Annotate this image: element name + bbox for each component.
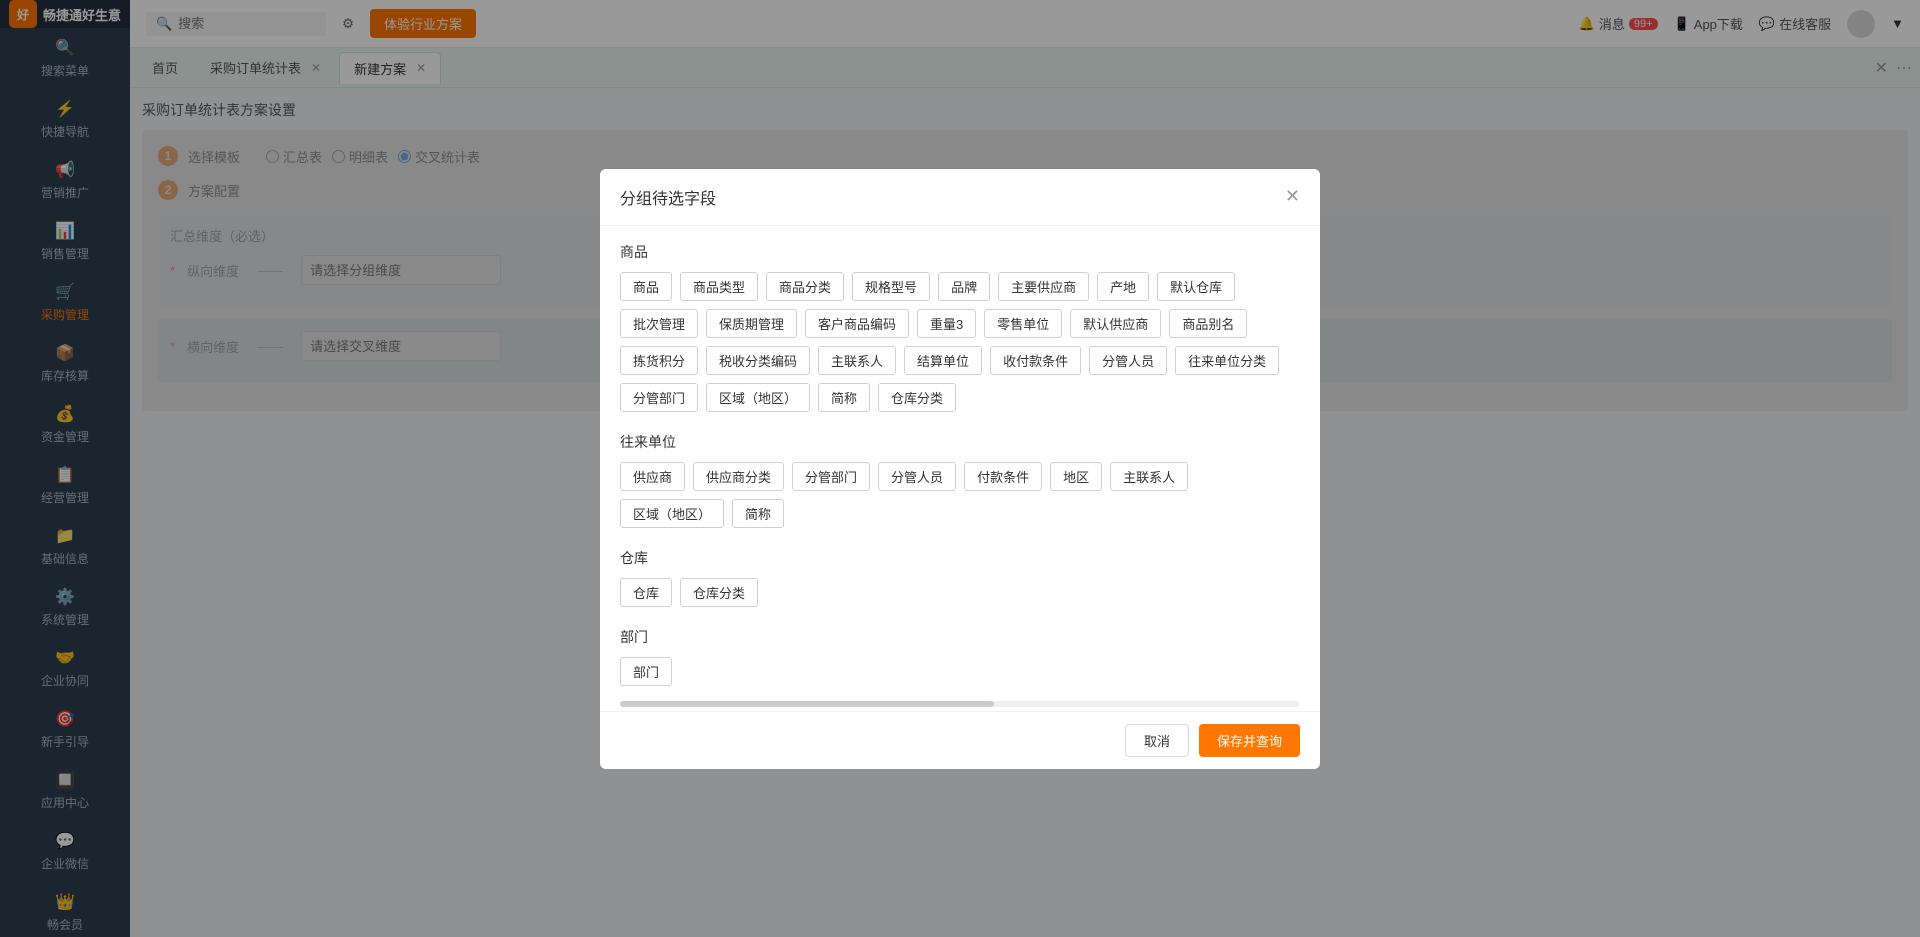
field-tag-2-1[interactable]: 仓库分类 bbox=[680, 578, 758, 607]
field-section-2: 仓库仓库仓库分类 bbox=[620, 548, 1300, 607]
field-tag-0-5[interactable]: 主要供应商 bbox=[998, 272, 1089, 301]
field-section-0: 商品商品商品类型商品分类规格型号品牌主要供应商产地默认仓库批次管理保质期管理客户… bbox=[620, 242, 1300, 412]
section-title-1: 往来单位 bbox=[620, 432, 1300, 452]
field-tag-1-7[interactable]: 区域（地区） bbox=[620, 499, 724, 528]
field-tag-0-22[interactable]: 分管部门 bbox=[620, 383, 698, 412]
field-tag-1-8[interactable]: 简称 bbox=[732, 499, 784, 528]
field-tag-0-14[interactable]: 商品别名 bbox=[1169, 309, 1247, 338]
field-tags-1: 供应商供应商分类分管部门分管人员付款条件地区主联系人区域（地区） 简称 bbox=[620, 462, 1300, 528]
modal-header: 分组待选字段 ✕ bbox=[600, 169, 1320, 226]
field-tag-0-24[interactable]: 简称 bbox=[818, 383, 870, 412]
field-tag-2-0[interactable]: 仓库 bbox=[620, 578, 672, 607]
field-tag-0-6[interactable]: 产地 bbox=[1097, 272, 1149, 301]
modal-body: 商品商品商品类型商品分类规格型号品牌主要供应商产地默认仓库批次管理保质期管理客户… bbox=[600, 226, 1320, 697]
field-tag-0-19[interactable]: 收付款条件 bbox=[990, 346, 1081, 375]
field-section-3: 部门部门 bbox=[620, 627, 1300, 686]
field-tag-3-0[interactable]: 部门 bbox=[620, 657, 672, 686]
field-tag-0-10[interactable]: 客户商品编码 bbox=[805, 309, 909, 338]
field-tag-0-18[interactable]: 结算单位 bbox=[904, 346, 982, 375]
field-tag-0-9[interactable]: 保质期管理 bbox=[706, 309, 797, 338]
field-tag-0-1[interactable]: 商品类型 bbox=[680, 272, 758, 301]
field-tag-1-4[interactable]: 付款条件 bbox=[964, 462, 1042, 491]
modal-title: 分组待选字段 bbox=[620, 185, 716, 209]
field-tag-0-2[interactable]: 商品分类 bbox=[766, 272, 844, 301]
section-title-0: 商品 bbox=[620, 242, 1300, 262]
section-title-2: 仓库 bbox=[620, 548, 1300, 568]
modal-hscroll-thumb[interactable] bbox=[620, 701, 994, 707]
field-tag-0-7[interactable]: 默认仓库 bbox=[1157, 272, 1235, 301]
field-tag-1-5[interactable]: 地区 bbox=[1050, 462, 1102, 491]
cancel-button[interactable]: 取消 bbox=[1125, 724, 1189, 757]
field-section-1: 往来单位供应商供应商分类分管部门分管人员付款条件地区主联系人区域（地区） 简称 bbox=[620, 432, 1300, 528]
field-tag-0-17[interactable]: 主联系人 bbox=[818, 346, 896, 375]
field-tag-0-21[interactable]: 往来单位分类 bbox=[1175, 346, 1279, 375]
field-tag-0-13[interactable]: 默认供应商 bbox=[1070, 309, 1161, 338]
field-tag-0-11[interactable]: 重量3 bbox=[917, 309, 976, 338]
field-tag-0-25[interactable]: 仓库分类 bbox=[878, 383, 956, 412]
modal-close-button[interactable]: ✕ bbox=[1285, 186, 1300, 207]
field-tag-0-16[interactable]: 税收分类编码 bbox=[706, 346, 810, 375]
save-query-button[interactable]: 保存并查询 bbox=[1199, 724, 1300, 757]
field-tag-1-1[interactable]: 供应商分类 bbox=[693, 462, 784, 491]
field-tag-0-20[interactable]: 分管人员 bbox=[1089, 346, 1167, 375]
field-selection-modal: 分组待选字段 ✕ 商品商品商品类型商品分类规格型号品牌主要供应商产地默认仓库批次… bbox=[600, 169, 1320, 769]
field-tag-0-8[interactable]: 批次管理 bbox=[620, 309, 698, 338]
field-tag-0-0[interactable]: 商品 bbox=[620, 272, 672, 301]
modal-footer: 取消 保存并查询 bbox=[600, 711, 1320, 769]
field-tags-2: 仓库仓库分类 bbox=[620, 578, 1300, 607]
field-tags-3: 部门 bbox=[620, 657, 1300, 686]
modal-overlay: 分组待选字段 ✕ 商品商品商品类型商品分类规格型号品牌主要供应商产地默认仓库批次… bbox=[0, 0, 1920, 937]
section-title-3: 部门 bbox=[620, 627, 1300, 647]
field-tag-0-15[interactable]: 拣货积分 bbox=[620, 346, 698, 375]
field-tag-0-4[interactable]: 品牌 bbox=[938, 272, 990, 301]
field-tag-1-6[interactable]: 主联系人 bbox=[1110, 462, 1188, 491]
field-tag-1-3[interactable]: 分管人员 bbox=[878, 462, 956, 491]
field-tags-0: 商品商品类型商品分类规格型号品牌主要供应商产地默认仓库批次管理保质期管理客户商品… bbox=[620, 272, 1300, 412]
field-tag-1-2[interactable]: 分管部门 bbox=[792, 462, 870, 491]
field-tag-0-23[interactable]: 区域（地区） bbox=[706, 383, 810, 412]
field-tag-1-0[interactable]: 供应商 bbox=[620, 462, 685, 491]
field-tag-0-3[interactable]: 规格型号 bbox=[852, 272, 930, 301]
field-tag-0-12[interactable]: 零售单位 bbox=[984, 309, 1062, 338]
